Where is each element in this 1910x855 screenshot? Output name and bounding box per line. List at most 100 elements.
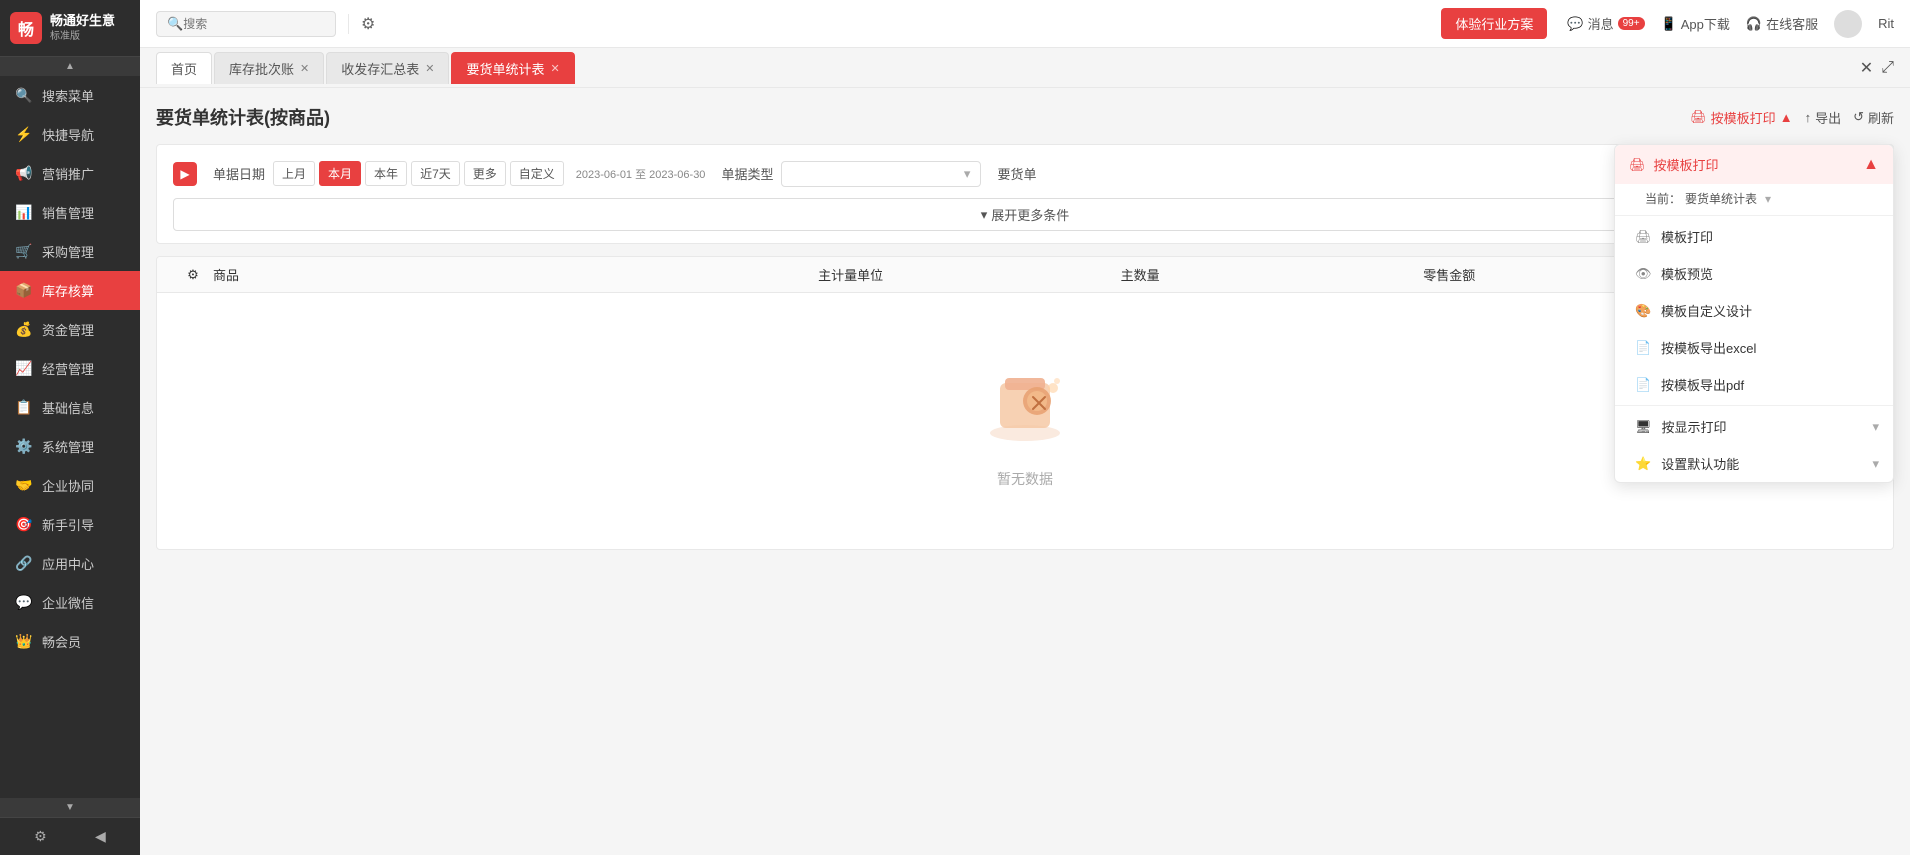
sidebar-item-label: 搜索菜单 [42,86,94,105]
tab-inventory-batch[interactable]: 库存批次账 ✕ [214,52,324,84]
sidebar-item-app-center[interactable]: 🔗 应用中心 [0,544,140,583]
maximize-button[interactable]: ⤢ [1881,58,1894,78]
tabbar-right: ✕ ⤢ [1860,58,1894,78]
sidebar-item-collab[interactable]: 🤝 企业协同 [0,466,140,505]
sidebar-scroll-down[interactable]: ▼ [0,798,140,817]
sidebar-item-member[interactable]: 👑 畅会员 [0,622,140,661]
dropdown-item-label: 模板自定义设计 [1661,301,1752,320]
sidebar-nav: 🔍 搜索菜单 ⚡ 快捷导航 📢 营销推广 📊 销售管理 🛒 采购管理 📦 库存核… [0,76,140,798]
sidebar-logo: 畅 畅通好生意 标准版 [0,0,140,57]
date-tab-more[interactable]: 更多 [464,161,506,186]
tab-home[interactable]: 首页 [156,52,212,84]
toggle-sidebar-button[interactable]: ◀ [95,828,106,845]
template-print-button[interactable]: 🖨 按模板打印 ▲ [1690,108,1792,127]
date-tab-this-year[interactable]: 本年 [365,161,407,186]
close-all-tabs-button[interactable]: ✕ [1860,58,1873,78]
tab-home-label: 首页 [171,59,197,78]
sidebar-item-inventory[interactable]: 📦 库存核算 [0,271,140,310]
sidebar-item-purchase[interactable]: 🛒 采购管理 [0,232,140,271]
topbar-divider [348,14,349,34]
date-tab-last-month[interactable]: 上月 [273,161,315,186]
sidebar-item-operation[interactable]: 📈 经营管理 [0,349,140,388]
app-logo-text: 畅通好生意 标准版 [50,12,115,44]
topbar-search-input[interactable] [183,17,303,31]
empty-text: 暂无数据 [997,469,1053,489]
display-icon: 🖥 [1635,419,1652,435]
page-header: 要货单统计表(按商品) 🖨 按模板打印 ▲ ↑ 导出 ↺ 刷新 [156,104,1894,130]
sidebar-item-guide[interactable]: 🎯 新手引导 [0,505,140,544]
dropdown-header[interactable]: 🖨 按模板打印 ▲ [1615,145,1893,184]
refresh-button[interactable]: ↺ 刷新 [1853,108,1894,127]
display-print-left: 🖥 按显示打印 [1635,417,1727,436]
sidebar-item-sales[interactable]: 📊 销售管理 [0,193,140,232]
dropdown-item-label: 模板预览 [1661,264,1713,283]
order-type-filter-group: 单据类型 ▾ [721,161,981,187]
sidebar-item-search[interactable]: 🔍 搜索菜单 [0,76,140,115]
sidebar-scroll-up[interactable]: ▲ [0,57,140,76]
topbar-search-box[interactable]: 🔍 [156,11,336,37]
sidebar-item-finance[interactable]: 💰 资金管理 [0,310,140,349]
chevron-down-icon: ▾ [964,166,971,182]
app-download-label: App下载 [1681,14,1730,33]
topbar-gear-icon[interactable]: ⚙ [361,14,375,34]
dropdown-item-set-default[interactable]: ⭐ 设置默认功能 ▾ [1615,445,1893,482]
sidebar-item-label: 畅会员 [42,632,81,651]
sidebar-item-basic[interactable]: 📋 基础信息 [0,388,140,427]
sidebar-item-label: 系统管理 [42,437,94,456]
col-settings[interactable]: ⚙ [173,267,213,283]
default-icon: ⭐ [1635,456,1651,472]
content-area: 要货单统计表(按商品) 🖨 按模板打印 ▲ ↑ 导出 ↺ 刷新 [140,88,1910,855]
tab-inventory-batch-close[interactable]: ✕ [300,62,309,75]
dropdown-close-icon[interactable]: ▲ [1863,156,1879,174]
tab-order-stats[interactable]: 要货单统计表 ✕ [451,52,574,84]
online-service-button[interactable]: 🎧 在线客服 [1746,14,1818,33]
tab-receipts-summary[interactable]: 收发存汇总表 ✕ [326,52,449,84]
chevron-down-icon: ▾ [981,207,988,223]
trial-button[interactable]: 体验行业方案 [1441,8,1547,39]
refresh-label: 刷新 [1868,108,1894,127]
sidebar-item-marketing[interactable]: 📢 营销推广 [0,154,140,193]
tab-receipts-summary-close[interactable]: ✕ [425,62,434,75]
marketing-icon: 📢 [14,165,34,182]
sidebar-item-quick-nav[interactable]: ⚡ 快捷导航 [0,115,140,154]
sidebar-item-label: 企业微信 [42,593,94,612]
expand-more-label: 展开更多条件 [991,205,1069,224]
dropdown-item-display-print[interactable]: 🖥 按显示打印 ▾ [1615,408,1893,445]
topbar: 🔍 ⚙ 体验行业方案 💬 消息 99+ 📱 App下载 🎧 在线客服 Rit [140,0,1910,48]
app-download-button[interactable]: 📱 App下载 [1661,14,1730,33]
set-default-left: ⭐ 设置默认功能 [1635,454,1739,473]
tab-order-stats-close[interactable]: ✕ [551,62,560,75]
dropdown-item-export-pdf[interactable]: 📄 按模板导出pdf [1615,366,1893,403]
date-range-display: 2023-06-01 至 2023-06-30 [576,166,706,182]
guide-icon: 🎯 [14,516,34,533]
empty-icon [975,353,1075,453]
settings-button[interactable]: ⚙ [34,828,47,845]
export-button[interactable]: ↑ 导出 [1805,108,1842,127]
date-tab-this-month[interactable]: 本月 [319,161,361,186]
chevron-right-icon: ▾ [1872,419,1879,435]
template-print-label: 按模板打印 [1711,108,1776,127]
date-label: 单据日期 [213,164,265,183]
dropdown-item-template-print[interactable]: 🖨 模板打印 [1615,218,1893,255]
date-tabs: 上月 本月 本年 近7天 更多 自定义 [273,161,564,186]
order-type-select[interactable]: ▾ [781,161,981,187]
user-avatar[interactable] [1834,10,1862,38]
lightning-icon: ⚡ [14,126,34,143]
purchase-icon: 🛒 [14,243,34,260]
sidebar-item-system[interactable]: ⚙️ 系统管理 [0,427,140,466]
sidebar-item-wechat[interactable]: 💬 企业微信 [0,583,140,622]
app-logo-icon: 畅 [10,12,42,44]
export-icon: ↑ [1805,110,1812,125]
topbar-right: 💬 消息 99+ 📱 App下载 🎧 在线客服 Rit [1567,10,1894,38]
dropdown-item-template-preview[interactable]: 👁 模板预览 [1615,255,1893,292]
date-tab-7days[interactable]: 近7天 [411,161,460,186]
divider [1615,215,1893,216]
pdf-icon: 📄 [1635,377,1651,393]
message-button[interactable]: 💬 消息 99+ [1567,14,1644,33]
tab-order-stats-label: 要货单统计表 [466,59,544,78]
date-tab-custom[interactable]: 自定义 [510,161,564,186]
sidebar-item-label: 新手引导 [42,515,94,534]
dropdown-item-template-design[interactable]: 🎨 模板自定义设计 [1615,292,1893,329]
dropdown-item-export-excel[interactable]: 📄 按模板导出excel [1615,329,1893,366]
filter-expand-icon[interactable]: ▶ [173,162,197,186]
